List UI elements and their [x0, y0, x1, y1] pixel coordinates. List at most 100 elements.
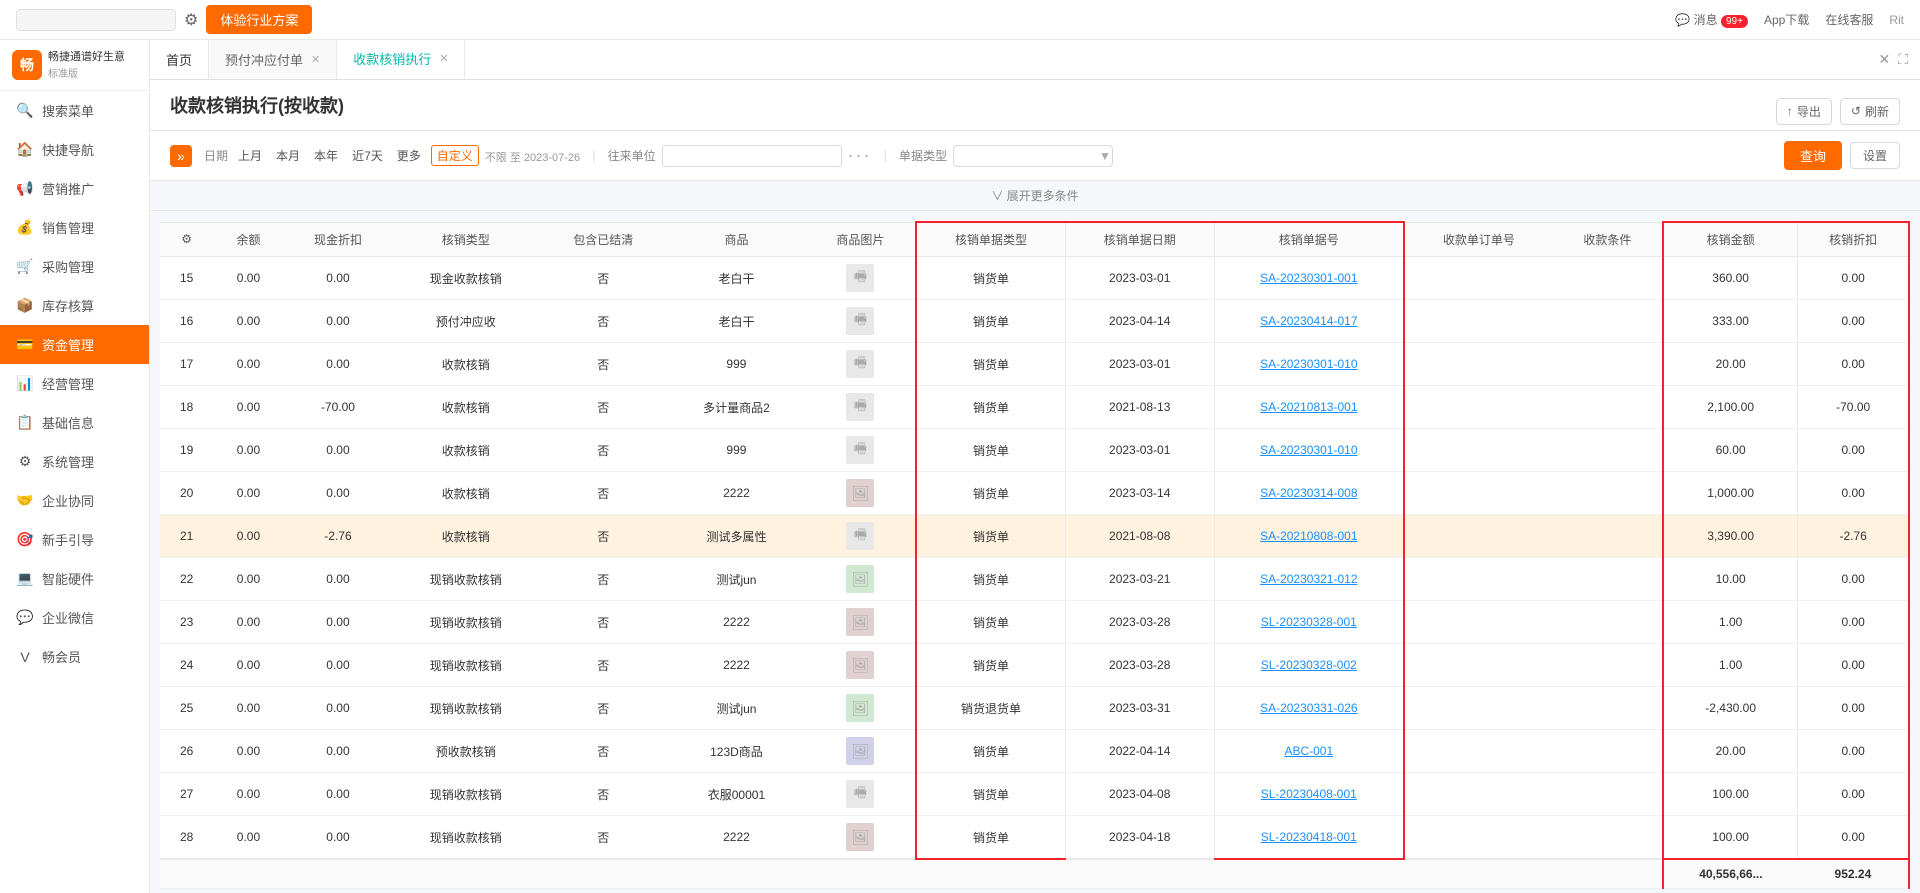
date-opt-more[interactable]: 更多	[393, 145, 425, 166]
tab-receivable-close[interactable]: ✕	[439, 52, 448, 65]
sidebar-item-label: 搜索菜单	[42, 101, 94, 120]
sidebar-item-operations[interactable]: 📊 经营管理	[0, 364, 149, 403]
cell-cancel-doc-no[interactable]: SL-20230328-001	[1214, 601, 1404, 644]
cell-cancel-amount: 20.00	[1663, 730, 1798, 773]
cell-receipt-condition	[1553, 687, 1663, 730]
filter-expand-button[interactable]: »	[170, 145, 192, 167]
gear-icon[interactable]: ⚙	[184, 10, 198, 30]
sidebar-item-label: 营销推广	[42, 179, 94, 198]
date-opt-this-year[interactable]: 本年	[310, 145, 342, 166]
settings-icon[interactable]: ⚙	[181, 232, 192, 246]
tab-close-icon[interactable]: ✕	[1878, 51, 1890, 68]
tab-prepay[interactable]: 预付冲应付单 ✕	[209, 40, 337, 79]
query-button[interactable]: 查询	[1784, 141, 1842, 170]
cell-cancel-type: 现销收款核销	[392, 773, 539, 816]
cell-receipt-condition	[1553, 730, 1663, 773]
sidebar-item-basic[interactable]: 📋 基础信息	[0, 403, 149, 442]
tab-home[interactable]: 首页	[150, 40, 209, 79]
sidebar-item-quick[interactable]: 🏠 快捷导航	[0, 130, 149, 169]
cell-cancel-doc-no[interactable]: SL-20230418-001	[1214, 816, 1404, 860]
date-opt-this-month[interactable]: 本月	[272, 145, 304, 166]
partner-dots[interactable]: ···	[848, 145, 872, 166]
th-receipt-order-no: 收款单订单号	[1404, 222, 1553, 257]
sidebar-item-member[interactable]: V 畅会员	[0, 637, 149, 676]
top-bar-left: ⚙ 体验行业方案	[16, 5, 1663, 34]
inventory-icon: 📦	[16, 297, 34, 314]
sidebar-item-search[interactable]: 🔍 搜索菜单	[0, 91, 149, 130]
system-icon: ⚙	[16, 453, 34, 470]
sidebar-item-wechat[interactable]: 💬 企业微信	[0, 598, 149, 637]
sidebar-item-marketing[interactable]: 📢 营销推广	[0, 169, 149, 208]
cell-cancel-type: 现金收款核销	[392, 257, 539, 300]
cell-cancel-amount: 1.00	[1663, 644, 1798, 687]
cell-cancel-doc-no[interactable]: SA-20230301-001	[1214, 257, 1404, 300]
cell-cancel-doc-no[interactable]: SA-20230301-010	[1214, 429, 1404, 472]
cell-includes-settled: 否	[539, 429, 667, 472]
top-bar-right: 💬 消息 99+ App下载 在线客服 Rit	[1675, 11, 1904, 28]
cell-goods: 2222	[667, 816, 806, 860]
th-settings[interactable]: ⚙	[160, 222, 213, 257]
sidebar-item-enterprise[interactable]: 🤝 企业协同	[0, 481, 149, 520]
cell-cancel-doc-no[interactable]: ABC-001	[1214, 730, 1404, 773]
cell-includes-settled: 否	[539, 257, 667, 300]
cell-cancel-doc-no[interactable]: SL-20230328-002	[1214, 644, 1404, 687]
date-opt-last-month[interactable]: 上月	[234, 145, 266, 166]
cell-receipt-order-no	[1404, 343, 1553, 386]
cell-num: 26	[160, 730, 213, 773]
top-search-input[interactable]	[16, 9, 176, 31]
cell-cancel-doc-no[interactable]: SA-20210813-001	[1214, 386, 1404, 429]
cell-cancel-doc-type: 销货单	[916, 386, 1065, 429]
cell-cancel-doc-no[interactable]: SA-20230301-010	[1214, 343, 1404, 386]
industry-solution-button[interactable]: 体验行业方案	[206, 5, 312, 34]
cell-includes-settled: 否	[539, 773, 667, 816]
search-icon: 🔍	[16, 102, 34, 119]
sidebar-item-purchase[interactable]: 🛒 采购管理	[0, 247, 149, 286]
sidebar-item-fund[interactable]: 💳 资金管理	[0, 325, 149, 364]
th-goods-img: 商品图片	[806, 222, 916, 257]
cell-cancel-doc-no[interactable]: SA-20210808-001	[1214, 515, 1404, 558]
logo-text: 畅捷通谱好生意	[48, 50, 125, 64]
cell-receipt-order-no	[1404, 687, 1553, 730]
date-opt-7days[interactable]: 近7天	[348, 145, 387, 166]
sidebar-item-hardware[interactable]: 💻 智能硬件	[0, 559, 149, 598]
cell-cancel-doc-date: 2023-03-28	[1065, 601, 1214, 644]
cell-cancel-doc-no[interactable]: SA-20230321-012	[1214, 558, 1404, 601]
filter-divider-2: |	[884, 148, 887, 163]
sidebar-item-guide[interactable]: 🎯 新手引导	[0, 520, 149, 559]
expand-conditions-bar[interactable]: ∨ 展开更多条件	[150, 181, 1920, 211]
sidebar-item-inventory[interactable]: 📦 库存核算	[0, 286, 149, 325]
cell-cancel-doc-type: 销货单	[916, 472, 1065, 515]
tab-expand-icon[interactable]: ⛶	[1898, 51, 1908, 68]
date-opt-custom[interactable]: 自定义	[431, 145, 479, 166]
setting-button[interactable]: 设置	[1850, 142, 1900, 169]
cell-goods-img: 🖼	[806, 472, 916, 515]
cell-cancel-doc-type: 销货单	[916, 429, 1065, 472]
cell-cancel-doc-no[interactable]: SL-20230408-001	[1214, 773, 1404, 816]
cell-cash-discount: -70.00	[284, 386, 393, 429]
cell-cancel-type: 收款核销	[392, 515, 539, 558]
tab-prepay-close[interactable]: ✕	[311, 53, 320, 66]
cell-cash-discount: 0.00	[284, 773, 393, 816]
cell-cancel-doc-date: 2023-03-14	[1065, 472, 1214, 515]
cell-cancel-doc-no[interactable]: SA-20230331-026	[1214, 687, 1404, 730]
partner-input[interactable]	[662, 145, 842, 167]
fund-icon: 💳	[16, 336, 34, 353]
table-scroll-wrap[interactable]: ⚙ 余额 现金折扣 核销类型 包含已结清 商品 商品图片 核销单据类型 核销单据…	[150, 211, 1920, 889]
sidebar-item-label: 采购管理	[42, 257, 94, 276]
cell-cancel-doc-no[interactable]: SA-20230414-017	[1214, 300, 1404, 343]
cell-cancel-discount: 0.00	[1798, 300, 1909, 343]
export-button[interactable]: ↑ 导出	[1776, 98, 1832, 125]
app-download-link[interactable]: App下载	[1764, 11, 1809, 28]
doctype-select[interactable]	[953, 145, 1113, 167]
cell-receipt-condition	[1553, 558, 1663, 601]
cell-cancel-doc-no[interactable]: SA-20230314-008	[1214, 472, 1404, 515]
refresh-button[interactable]: ↺ 刷新	[1840, 98, 1900, 125]
message-icon[interactable]: 💬 消息 99+	[1675, 11, 1748, 28]
goods-thumbnail: 🖼	[846, 651, 874, 679]
cell-balance: 0.00	[213, 558, 283, 601]
online-service-link[interactable]: 在线客服	[1825, 11, 1873, 28]
sidebar-item-system[interactable]: ⚙ 系统管理	[0, 442, 149, 481]
tab-receivable[interactable]: 收款核销执行 ✕	[337, 40, 465, 79]
sidebar-item-sales[interactable]: 💰 销售管理	[0, 208, 149, 247]
tab-bar: 首页 预付冲应付单 ✕ 收款核销执行 ✕ ✕ ⛶	[150, 40, 1920, 80]
